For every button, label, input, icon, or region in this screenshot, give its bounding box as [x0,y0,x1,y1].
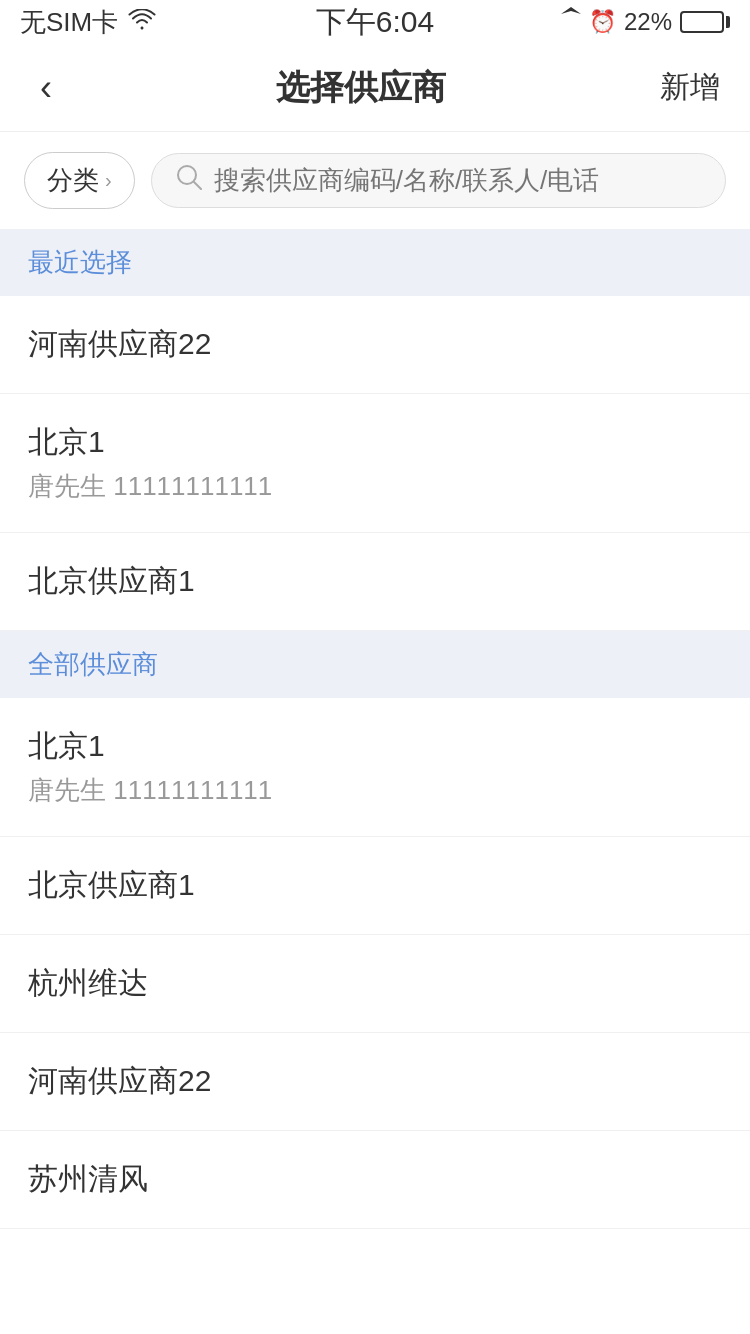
all-section-label: 全部供应商 [28,649,158,679]
status-right: ⏰ 22% [561,7,730,37]
item-sub: 唐先生 11111111111 [28,773,722,808]
search-box[interactable] [151,153,726,208]
list-item[interactable]: 河南供应商22 [0,1033,750,1131]
item-sub: 唐先生 11111111111 [28,469,722,504]
list-item[interactable]: 北京供应商1 [0,533,750,631]
list-item[interactable]: 北京1 唐先生 11111111111 [0,698,750,837]
list-item[interactable]: 北京供应商1 [0,837,750,935]
list-item[interactable]: 北京1 唐先生 11111111111 [0,394,750,533]
no-sim-text: 无SIM卡 [20,5,118,40]
item-name: 北京1 [28,726,722,767]
item-name: 河南供应商22 [28,1061,722,1102]
chevron-right-icon: › [105,169,112,192]
status-left: 无SIM卡 [20,5,156,40]
recent-section-label: 最近选择 [28,247,132,277]
page-title: 选择供应商 [276,65,446,111]
list-item[interactable]: 苏州清风 [0,1131,750,1229]
wifi-icon [128,7,156,38]
search-input[interactable] [214,165,701,196]
category-label: 分类 [47,163,99,198]
item-name: 北京1 [28,422,722,463]
status-time: 下午6:04 [316,2,434,43]
battery-percentage: 22% [624,8,672,36]
recent-list: 河南供应商22 北京1 唐先生 11111111111 北京供应商1 [0,296,750,631]
filter-row: 分类 › [0,132,750,229]
list-item[interactable]: 杭州维达 [0,935,750,1033]
recent-section-header: 最近选择 [0,229,750,296]
back-button[interactable]: ‹ [30,57,62,119]
search-icon [176,164,202,197]
alarm-icon: ⏰ [589,9,616,35]
nav-bar: ‹ 选择供应商 新增 [0,44,750,132]
new-action-button[interactable]: 新增 [660,67,720,108]
all-list: 北京1 唐先生 11111111111 北京供应商1 杭州维达河南供应商22 苏州清风 [0,698,750,1229]
list-item[interactable]: 河南供应商22 [0,296,750,394]
location-icon [561,7,581,37]
item-name: 北京供应商1 [28,561,722,602]
item-name: 北京供应商1 [28,865,722,906]
item-name: 苏州清风 [28,1159,722,1200]
item-name: 河南供应商22 [28,324,722,365]
battery-icon [680,11,730,33]
all-section-header: 全部供应商 [0,631,750,698]
status-bar: 无SIM卡 下午6:04 ⏰ 22% [0,0,750,44]
category-button[interactable]: 分类 › [24,152,135,209]
item-name: 杭州维达 [28,963,722,1004]
svg-line-1 [194,182,201,189]
